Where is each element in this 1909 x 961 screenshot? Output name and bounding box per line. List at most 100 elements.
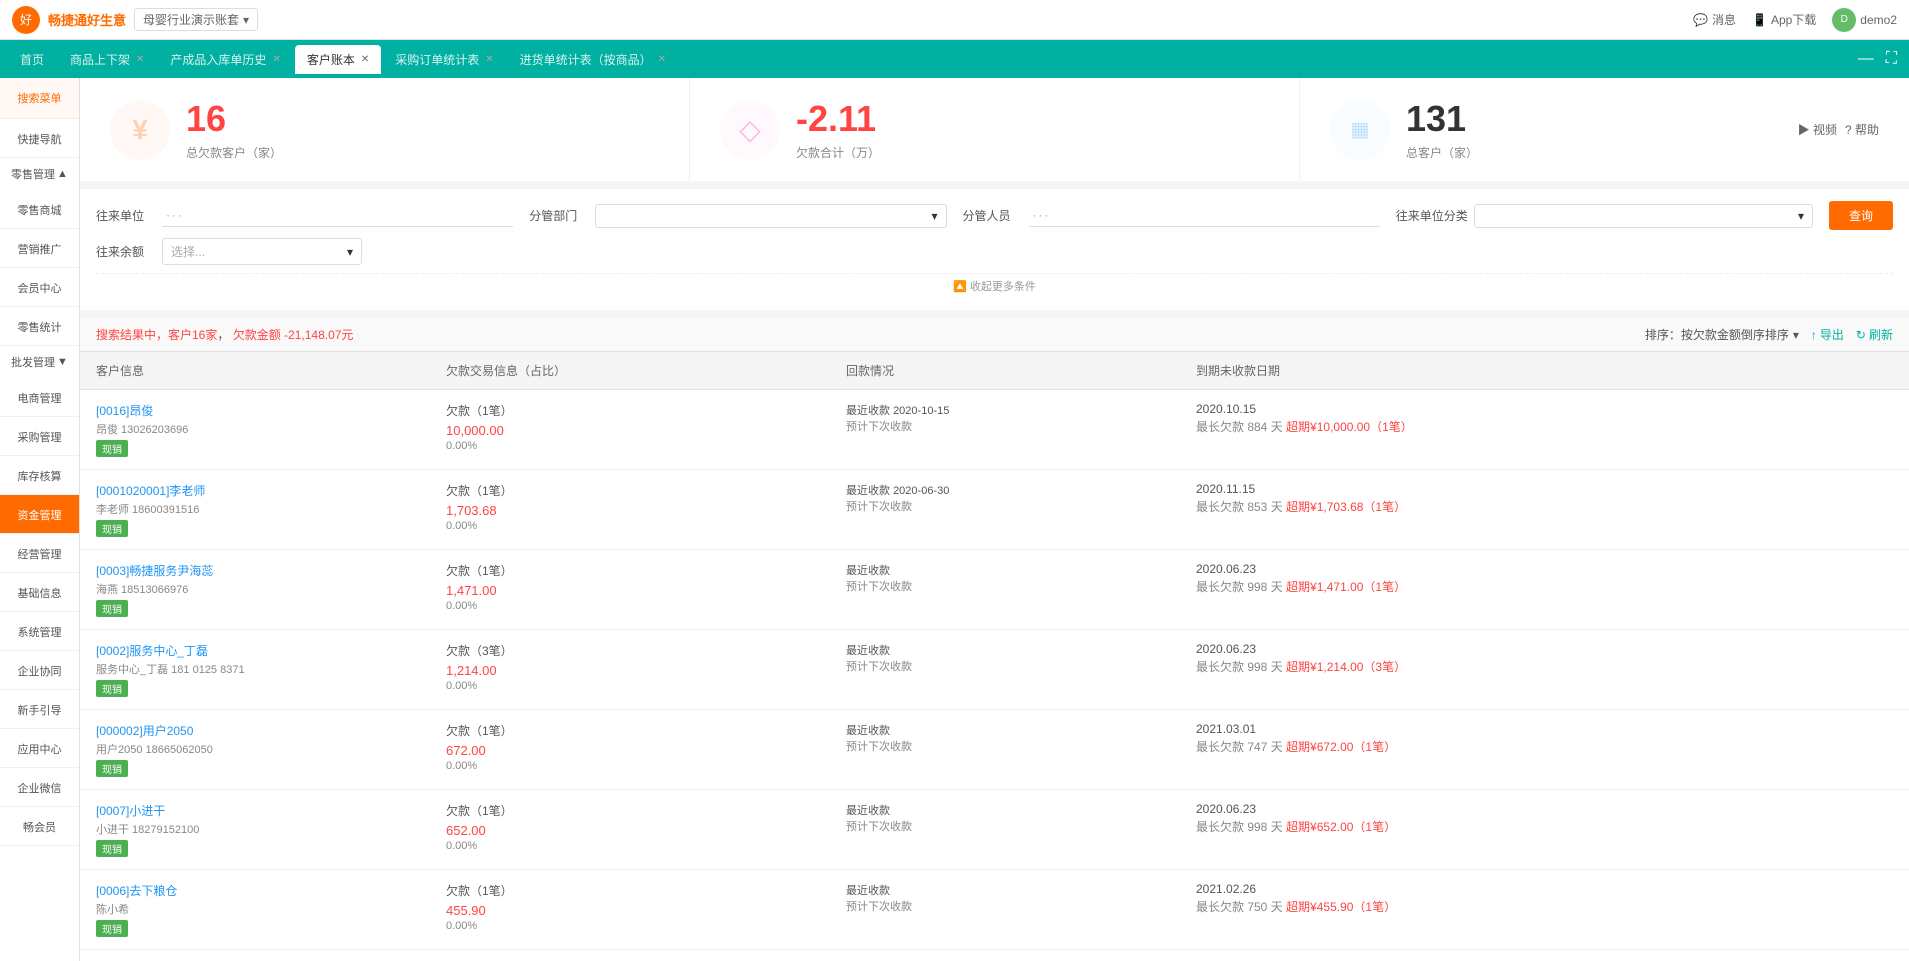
- sidebar-item-retail-stats[interactable]: 零售统计: [0, 307, 79, 346]
- sidebar-item-ecommerce[interactable]: 电商管理: [0, 378, 79, 417]
- debt-amount: 1,703.68: [446, 503, 846, 518]
- sidebar-item-enterprise-wechat[interactable]: 企业微信: [0, 768, 79, 807]
- sort-select[interactable]: 排序：按欠款金额倒序排序 ▾: [1645, 326, 1799, 343]
- recent-payment: 最近收款 2020-10-15: [846, 402, 1196, 418]
- stat-text-debt: 16 总欠款客户（家）: [186, 98, 282, 161]
- sidebar-item-shortcut[interactable]: 快捷导航: [0, 119, 79, 158]
- overdue-days: 最长欠款 853 天 超期¥1,703.68（1笔）: [1196, 498, 1893, 515]
- tab-close-customer-account[interactable]: ✕: [361, 54, 369, 65]
- overdue-amount-link[interactable]: 超期¥455.90（1笔）: [1286, 900, 1396, 914]
- sidebar-item-inventory[interactable]: 库存核算: [0, 456, 79, 495]
- debt-amount-label: 欠款合计（万）: [796, 144, 880, 161]
- tab-close-product-history[interactable]: ✕: [272, 54, 280, 65]
- filter-row-1: 往来单位 ··· 分管部门 ▾ 分管人员 ···: [96, 201, 1893, 230]
- sidebar-item-member[interactable]: 会员中心: [0, 268, 79, 307]
- stat-card-actions: ▶ 视频 ? 帮助: [1798, 121, 1879, 138]
- customer-info-cell: [000002]用户2050 用户2050 18665062050 现销: [96, 722, 446, 777]
- table-row: [0002]服务中心_丁磊 服务中心_丁磊 181 0125 8371 现销 欠…: [80, 630, 1909, 710]
- customer-name[interactable]: [000002]用户2050: [96, 722, 446, 739]
- tab-product-status[interactable]: 商品上下架 ✕: [58, 45, 156, 74]
- sidebar-item-newcomer[interactable]: 新手引导: [0, 690, 79, 729]
- recent-payment: 最近收款: [846, 882, 1196, 898]
- sidebar-item-vip-member[interactable]: 畅会员: [0, 807, 79, 846]
- overdue-amount-link[interactable]: 超期¥1,703.68（1笔）: [1286, 500, 1406, 514]
- customer-tag: 现销: [96, 840, 128, 857]
- tab-minimize-icon[interactable]: —: [1854, 48, 1878, 70]
- customer-name[interactable]: [0007]小进干: [96, 802, 446, 819]
- customer-tag: 现销: [96, 760, 128, 777]
- sidebar-item-app-center[interactable]: 应用中心: [0, 729, 79, 768]
- col-header-customer: 客户信息: [96, 362, 446, 379]
- balance-select[interactable]: 选择... ▾: [162, 238, 362, 265]
- debt-percent: 0.00%: [446, 440, 846, 452]
- tab-purchase-order[interactable]: 采购订单统计表 ✕: [383, 45, 505, 74]
- sidebar-item-finance[interactable]: 资金管理: [0, 495, 79, 534]
- filter-balance-label: 往来余额: [96, 243, 156, 260]
- sidebar-item-marketing[interactable]: 营销推广: [0, 229, 79, 268]
- sidebar-item-system[interactable]: 系统管理: [0, 612, 79, 651]
- overdue-amount-link[interactable]: 超期¥652.00（1笔）: [1286, 820, 1396, 834]
- sidebar-item-retail-mgmt[interactable]: 零售管理 ▲: [0, 158, 79, 190]
- payment-cell: 最近收款 预计下次收款: [846, 802, 1196, 857]
- sidebar-item-purchase[interactable]: 采购管理: [0, 417, 79, 456]
- sidebar-nav: 零售管理 ▲ 零售商城 营销推广 会员中心 零售统计 批发管理 ▼ 电商管理: [0, 158, 79, 846]
- person-input[interactable]: ···: [1029, 204, 1380, 227]
- results-bar: 搜索结果中，客户16家， 欠款金额 -21,148.07元 排序：按欠款金额倒序…: [80, 318, 1909, 352]
- source-unit-input[interactable]: ···: [162, 204, 513, 227]
- sort-label: 排序：按欠款金额倒序排序: [1645, 326, 1789, 343]
- tab-close-purchase-order[interactable]: ✕: [485, 54, 493, 65]
- unit-category-select[interactable]: ▾: [1474, 204, 1813, 228]
- customer-tag: 现销: [96, 440, 128, 457]
- table-row: [0016]昂俊 昂俊 13026203696 现销 欠款（1笔） 10,000…: [80, 390, 1909, 470]
- tab-product-history[interactable]: 产成品入库单历史 ✕: [158, 45, 292, 74]
- filter-person: 分管人员 ···: [963, 204, 1380, 227]
- stat-icon-amount: ◇: [720, 100, 780, 160]
- dept-select[interactable]: ▾: [595, 204, 946, 228]
- message-btn[interactable]: 💬 消息: [1693, 11, 1736, 28]
- next-payment: 预计下次收款: [846, 738, 1196, 754]
- customer-name[interactable]: [0001020001]李老师: [96, 482, 446, 499]
- sidebar-search-label[interactable]: 搜索菜单: [4, 86, 75, 110]
- user-profile[interactable]: D demo2: [1832, 8, 1897, 32]
- recent-payment: 最近收款: [846, 802, 1196, 818]
- sidebar-item-wholesale-mgmt[interactable]: 批发管理 ▼: [0, 346, 79, 378]
- tab-customer-account[interactable]: 客户账本 ✕: [295, 45, 381, 74]
- help-btn[interactable]: ? 帮助: [1845, 121, 1879, 138]
- sidebar-item-operations[interactable]: 经营管理: [0, 534, 79, 573]
- arrow-icon: ▼: [57, 356, 68, 368]
- tab-close-product-status[interactable]: ✕: [136, 54, 144, 65]
- stats-row: ¥ 16 总欠款客户（家） ◇ -2.11 欠款合计（万） ▦ 131 总客户（…: [80, 78, 1909, 181]
- tab-close-purchase-stats[interactable]: ✕: [658, 54, 666, 65]
- filter-collapse-btn[interactable]: 🔼 收起更多条件: [96, 273, 1893, 298]
- tab-home[interactable]: 首页: [8, 45, 56, 74]
- debt-percent: 0.00%: [446, 840, 846, 852]
- customer-contact: 海燕 18513066976: [96, 581, 446, 597]
- col-header-debt: 欠款交易信息（占比）: [446, 362, 846, 379]
- sidebar-item-basic-info[interactable]: 基础信息: [0, 573, 79, 612]
- tab-maximize-icon[interactable]: ⛶: [1882, 48, 1901, 70]
- sidebar-item-enterprise[interactable]: 企业协同: [0, 651, 79, 690]
- overdue-amount-link[interactable]: 超期¥1,214.00（3笔）: [1286, 660, 1406, 674]
- overdue-amount-link[interactable]: 超期¥10,000.00（1笔）: [1286, 420, 1413, 434]
- payment-cell: 最近收款 预计下次收款: [846, 562, 1196, 617]
- store-selector[interactable]: 母婴行业演示账套 ▾: [134, 8, 258, 31]
- filter-unit-category: 往来单位分类 ▾: [1396, 204, 1813, 228]
- customer-name[interactable]: [0006]去下粮仓: [96, 882, 446, 899]
- customer-name[interactable]: [0002]服务中心_丁磊: [96, 642, 446, 659]
- debt-amount: 455.90: [446, 903, 846, 918]
- tab-purchase-stats[interactable]: 进货单统计表（按商品） ✕: [508, 45, 678, 74]
- filter-dept: 分管部门 ▾: [529, 204, 946, 228]
- table-row: [000001]黄思源 黄思源 13552700226 现销 欠款（1笔） 42…: [80, 950, 1909, 961]
- tab-bar: 首页 商品上下架 ✕ 产成品入库单历史 ✕ 客户账本 ✕ 采购订单统计表 ✕ 进…: [0, 40, 1909, 78]
- app-download-btn[interactable]: 📱 App下载: [1752, 11, 1816, 28]
- customer-name[interactable]: [0016]昂俊: [96, 402, 446, 419]
- refresh-btn[interactable]: ↻ 刷新: [1856, 326, 1893, 343]
- export-btn[interactable]: ↑ 导出: [1811, 326, 1844, 343]
- video-btn[interactable]: ▶ 视频: [1798, 121, 1837, 138]
- query-button[interactable]: 查询: [1829, 201, 1893, 230]
- overdue-amount-link[interactable]: 超期¥1,471.00（1笔）: [1286, 580, 1406, 594]
- top-bar-left: 好 畅捷通好生意 母婴行业演示账套 ▾: [12, 6, 258, 34]
- overdue-amount-link[interactable]: 超期¥672.00（1笔）: [1286, 740, 1396, 754]
- sidebar-item-retail-mall[interactable]: 零售商城: [0, 190, 79, 229]
- customer-name[interactable]: [0003]畅捷服务尹海蕊: [96, 562, 446, 579]
